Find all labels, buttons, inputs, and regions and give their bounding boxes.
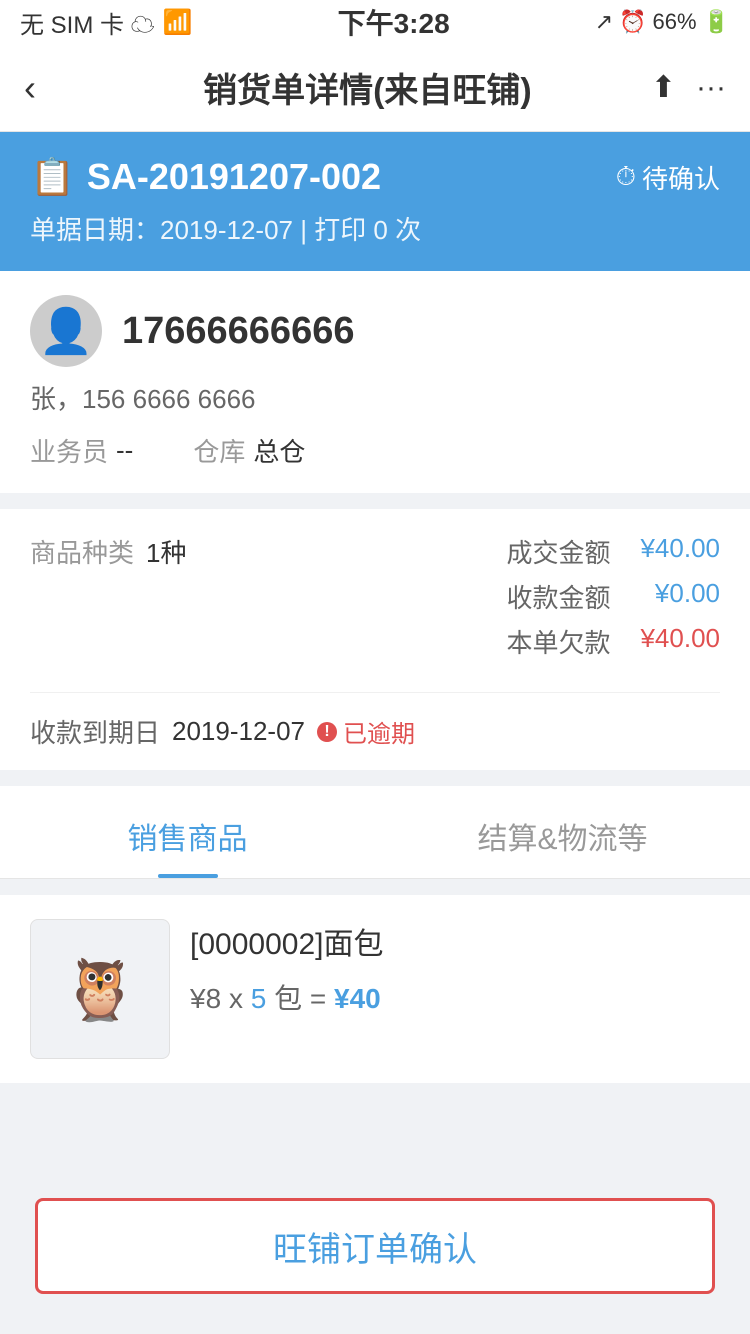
warehouse-label: 仓库 (193, 432, 245, 469)
deal-amount-label: 成交金额 (506, 533, 610, 570)
confirm-order-button[interactable]: 旺铺订单确认 (35, 1198, 715, 1294)
product-equals: = (310, 983, 334, 1014)
customer-main: 👤 17666666666 (30, 295, 720, 367)
product-qty: 5 (251, 983, 267, 1014)
sales-person-item: 业务员 -- (30, 432, 133, 469)
order-status: ⏱ 待确认 (616, 159, 720, 196)
deal-amount-row: 成交金额 ¥40.00 (506, 533, 720, 570)
confirm-btn-container: 旺铺订单确认 (35, 1198, 715, 1294)
product-multiplier: x (229, 983, 251, 1014)
product-unit-price: ¥8 (190, 983, 221, 1014)
location-icon: ↗ (595, 9, 613, 35)
customer-phone: 17666666666 (122, 310, 354, 353)
due-date-value: 2019-12-07 (172, 716, 305, 747)
warehouse-value: 总仓 (253, 432, 305, 469)
product-price-row: ¥8 x 5 包 = ¥40 (190, 977, 720, 1017)
sales-person-label: 业务员 (30, 432, 108, 469)
tabs-row: 销售商品 结算&物流等 (0, 786, 750, 879)
customer-sub-info: 张，156 6666 6666 (30, 379, 720, 416)
page-title: 销货单详情(来自旺铺) (84, 63, 651, 112)
summary-card: 商品种类 1种 成交金额 ¥40.00 收款金额 ¥0.00 本单欠款 ¥40.… (0, 509, 750, 770)
status-bar: 无 SIM 卡 ☁ 📶 下午3:28 ↗ ⏰ 66% 🔋 (0, 0, 750, 44)
product-type-item: 商品种类 1种 (30, 533, 186, 570)
product-code: [0000002] (190, 928, 323, 961)
deal-amount-value: ¥40.00 (640, 533, 720, 570)
product-type-label: 商品种类 (30, 533, 134, 570)
product-card: 🦉 [0000002]面包 ¥8 x 5 包 = ¥40 (0, 895, 750, 1083)
order-icon: 📋 (30, 156, 75, 198)
status-left: 无 SIM 卡 ☁ 📶 (20, 5, 193, 40)
avatar: 👤 (30, 295, 102, 367)
product-unit: 包 (274, 983, 302, 1014)
sales-person-value: -- (116, 435, 133, 466)
order-status-text: 待确认 (642, 159, 720, 196)
product-info: [0000002]面包 ¥8 x 5 包 = ¥40 (190, 919, 720, 1017)
customer-section: 👤 17666666666 张，156 6666 6666 业务员 -- 仓库 … (0, 271, 750, 493)
summary-section: 商品种类 1种 成交金额 ¥40.00 收款金额 ¥0.00 本单欠款 ¥40.… (0, 509, 750, 692)
overdue-text: 已逾期 (343, 714, 415, 749)
battery-icon: 🔋 (703, 9, 730, 35)
status-right: ↗ ⏰ 66% 🔋 (595, 9, 730, 35)
product-image-icon: 🦉 (63, 954, 138, 1025)
share-button[interactable]: ⬆ (651, 70, 676, 105)
summary-right: 成交金额 ¥40.00 收款金额 ¥0.00 本单欠款 ¥40.00 (506, 533, 720, 668)
due-amount-label: 本单欠款 (506, 623, 610, 660)
received-amount-value: ¥0.00 (655, 578, 720, 615)
sim-label: 无 SIM 卡 ☁ (20, 5, 155, 40)
alarm-icon: ⏰ (619, 9, 646, 35)
nav-bar: ‹ 销货单详情(来自旺铺) ⬆ ··· (0, 44, 750, 132)
back-button[interactable]: ‹ (24, 67, 84, 109)
product-type-value: 1种 (146, 533, 186, 570)
order-id: 📋 SA-20191207-002 (30, 156, 381, 198)
product-total: ¥40 (334, 983, 381, 1014)
summary-left: 商品种类 1种 (30, 533, 186, 578)
warehouse-item: 仓库 总仓 (193, 432, 305, 469)
due-amount-value: ¥40.00 (640, 623, 720, 660)
tabs-container: 销售商品 结算&物流等 (0, 786, 750, 879)
order-date: 单据日期：2019-12-07 | 打印 0 次 (30, 210, 720, 247)
due-amount-row: 本单欠款 ¥40.00 (506, 623, 720, 660)
wifi-icon: 📶 (163, 8, 193, 37)
overdue-badge: ! 已逾期 (317, 714, 415, 749)
order-id-text: SA-20191207-002 (87, 156, 381, 198)
customer-card: 👤 17666666666 张，156 6666 6666 业务员 -- 仓库 … (0, 271, 750, 493)
product-thumbnail: 🦉 (30, 919, 170, 1059)
clock-icon: ⏱ (616, 161, 636, 193)
due-section: 收款到期日 2019-12-07 ! 已逾期 (0, 693, 750, 770)
tab-settlement[interactable]: 结算&物流等 (375, 786, 750, 878)
product-name: [0000002]面包 (190, 919, 720, 963)
nav-actions: ⬆ ··· (651, 70, 726, 105)
order-header: 📋 SA-20191207-002 ⏱ 待确认 单据日期：2019-12-07 … (0, 132, 750, 271)
due-date-label: 收款到期日 (30, 713, 160, 750)
more-button[interactable]: ··· (696, 71, 726, 105)
customer-meta: 业务员 -- 仓库 总仓 (30, 432, 720, 469)
product-title: 面包 (323, 928, 383, 961)
tab-sales-products[interactable]: 销售商品 (0, 786, 375, 878)
status-time: 下午3:28 (338, 2, 450, 42)
received-amount-row: 收款金额 ¥0.00 (506, 578, 720, 615)
order-id-row: 📋 SA-20191207-002 ⏱ 待确认 (30, 156, 720, 198)
user-icon: 👤 (39, 305, 94, 357)
battery-level: 66% (653, 9, 697, 35)
received-amount-label: 收款金额 (506, 578, 610, 615)
overdue-icon: ! (317, 722, 337, 742)
